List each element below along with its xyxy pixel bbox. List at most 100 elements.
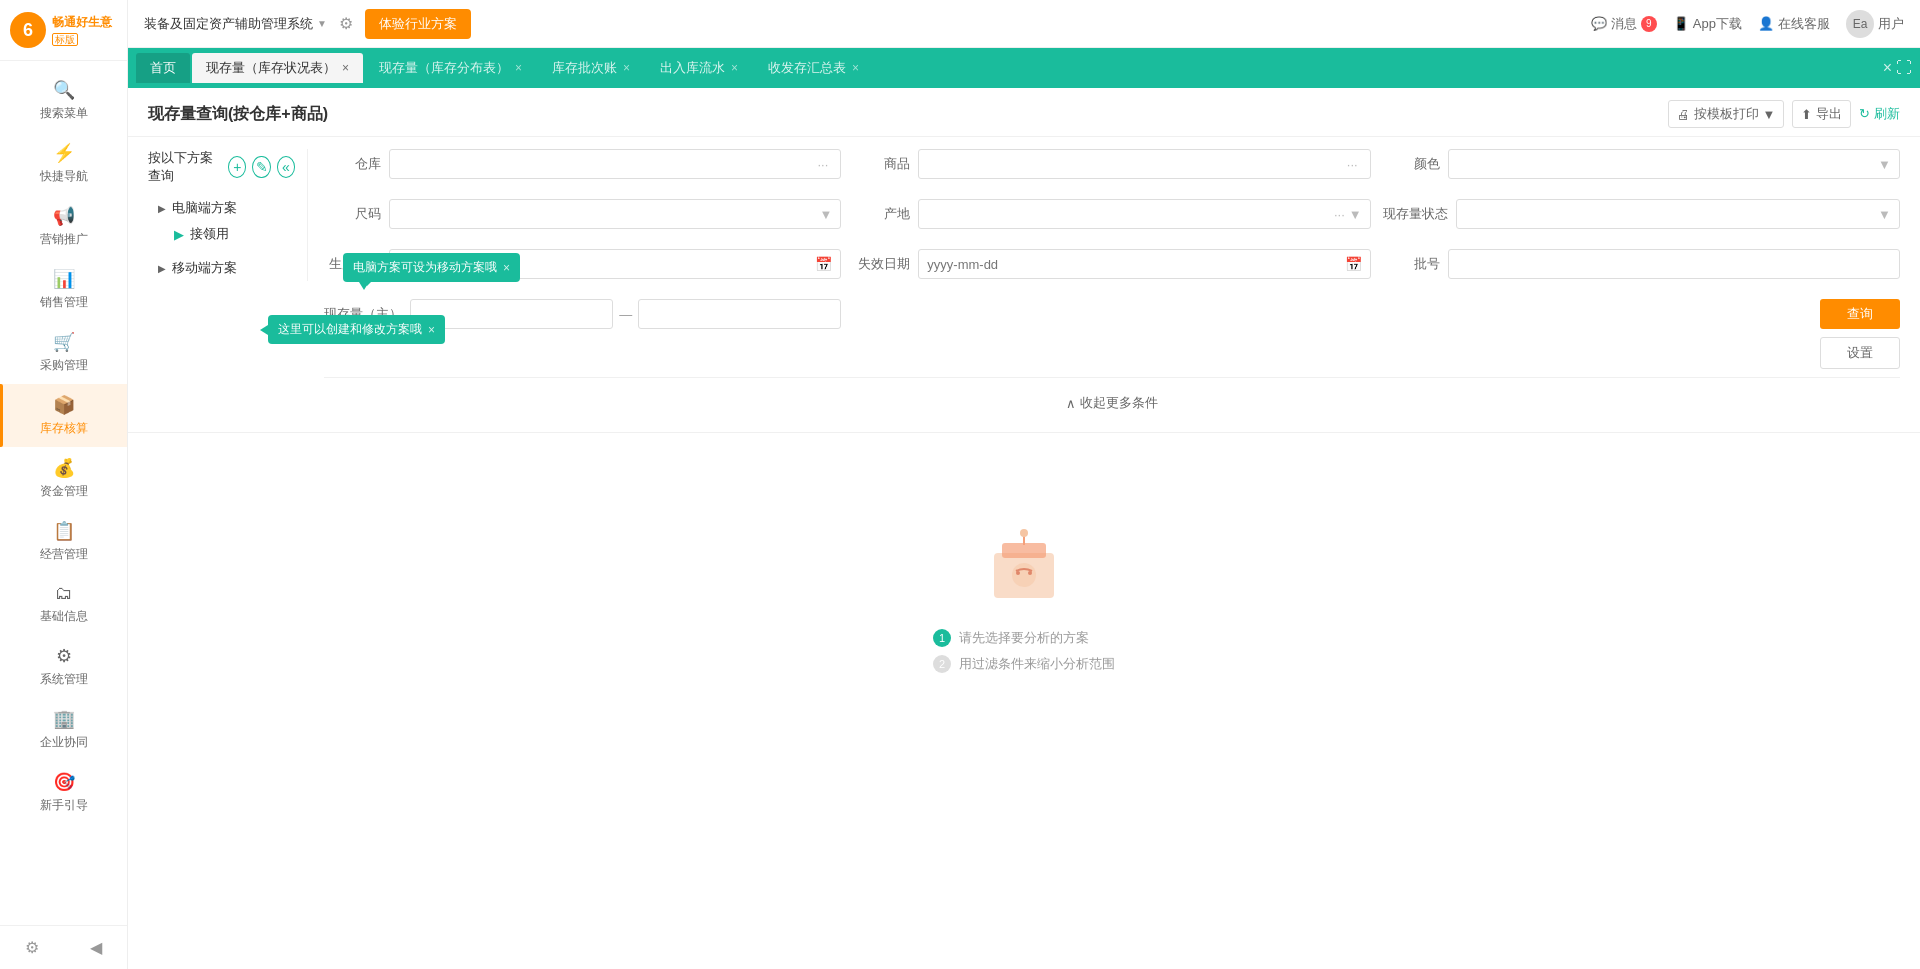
message-action[interactable]: 💬 消息 9: [1591, 15, 1657, 33]
system-dropdown-arrow: ▼: [317, 18, 327, 29]
message-icon: 💬: [1591, 16, 1607, 31]
sidebar-item-enterprise[interactable]: 🏢 企业协同: [0, 698, 127, 761]
svg-point-4: [1028, 571, 1032, 575]
export-button[interactable]: ⬆ 导出: [1792, 100, 1851, 128]
sidebar-item-system[interactable]: ⚙ 系统管理: [0, 635, 127, 698]
sidebar-item-operations[interactable]: 📋 经营管理: [0, 510, 127, 573]
color-arrow-icon[interactable]: ▼: [1878, 157, 1891, 172]
tab-inout-flow[interactable]: 出入库流水 ×: [646, 53, 752, 83]
tab-home[interactable]: 首页: [136, 53, 190, 83]
sidebar-item-finance[interactable]: 💰 资金管理: [0, 447, 127, 510]
origin-arrow-icon[interactable]: ▼: [1349, 207, 1362, 222]
collapse-btn[interactable]: ∧ 收起更多条件: [324, 386, 1900, 420]
warehouse-dots-icon[interactable]: ···: [817, 157, 828, 172]
operations-icon: 📋: [53, 520, 75, 542]
tabs-bar: 首页 现存量（库存状况表） × 现存量（库存分布表） × 库存批次账 × 出入库…: [128, 48, 1920, 88]
expiry-date-calendar-icon[interactable]: 📅: [1345, 256, 1362, 272]
batch-input[interactable]: [1457, 257, 1891, 272]
sidebar-settings-btn[interactable]: ⚙: [25, 938, 39, 957]
sidebar-item-marketing[interactable]: 📢 营销推广: [0, 195, 127, 258]
add-tooltip-close[interactable]: ×: [503, 261, 510, 275]
warehouse-input[interactable]: [398, 157, 817, 172]
desktop-sub-item-1[interactable]: ▶ 接领用: [174, 221, 295, 247]
empty-steps: 1 请先选择要分析的方案 2 用过滤条件来缩小分析范围: [933, 629, 1115, 673]
stock-status-select[interactable]: ▼: [1456, 199, 1900, 229]
basic-info-icon: 🗂: [55, 583, 73, 604]
add-scheme-btn[interactable]: +: [228, 156, 246, 178]
batch-input-wrapper[interactable]: [1448, 249, 1900, 279]
mobile-scheme-arrow[interactable]: ▶: [158, 263, 166, 274]
header-settings-icon[interactable]: ⚙: [339, 14, 353, 33]
origin-dots-icon[interactable]: ···: [1334, 207, 1345, 222]
reset-button[interactable]: 设置: [1820, 337, 1900, 369]
sidebar-collapse-btn[interactable]: ◀: [90, 938, 102, 957]
tooltip2-arrow: [260, 325, 268, 335]
export-icon: ⬆: [1801, 107, 1812, 122]
refresh-button[interactable]: ↻ 刷新: [1859, 105, 1900, 123]
tab-close-inout-flow[interactable]: ×: [731, 61, 738, 75]
stock-status-arrow-icon[interactable]: ▼: [1878, 207, 1891, 222]
stock-main-to[interactable]: [638, 299, 841, 329]
goods-select[interactable]: ···: [918, 149, 1370, 179]
svg-rect-1: [1002, 543, 1046, 558]
mobile-scheme-item: ▶ 移动端方案: [158, 255, 295, 281]
color-select[interactable]: ▼: [1448, 149, 1900, 179]
production-date-calendar-icon[interactable]: 📅: [815, 256, 832, 272]
search-reset-area: 查询 设置: [1383, 299, 1900, 369]
size-arrow-icon[interactable]: ▼: [819, 207, 832, 222]
stock-main-to-input[interactable]: [647, 307, 832, 322]
color-input[interactable]: [1457, 157, 1878, 172]
origin-select[interactable]: ··· ▼: [918, 199, 1370, 229]
goods-dots-icon[interactable]: ···: [1347, 157, 1358, 172]
expiry-date-select[interactable]: 📅: [918, 249, 1370, 279]
user-action[interactable]: Ea 用户: [1846, 10, 1904, 38]
sidebar-item-inventory[interactable]: 📦 库存核算: [0, 384, 127, 447]
desktop-scheme-name[interactable]: 电脑端方案: [172, 199, 237, 217]
tab-collect-summary[interactable]: 收发存汇总表 ×: [754, 53, 873, 83]
mobile-scheme-name[interactable]: 移动端方案: [172, 259, 237, 277]
tab-close-collect-summary[interactable]: ×: [852, 61, 859, 75]
size-select[interactable]: ▼: [389, 199, 841, 229]
print-button[interactable]: 🖨 按模板打印 ▼: [1668, 100, 1785, 128]
tab-inventory-dist[interactable]: 现存量（库存分布表） ×: [365, 53, 536, 83]
tab-close-all-btn[interactable]: ×: [1883, 59, 1892, 77]
sidebar-item-sales[interactable]: 📊 销售管理: [0, 258, 127, 321]
search-button[interactable]: 查询: [1820, 299, 1900, 329]
tab-close-batch-ledger[interactable]: ×: [623, 61, 630, 75]
logo-text: 畅通好生意 标版: [52, 14, 112, 47]
page-header: 现存量查询(按仓库+商品) 🖨 按模板打印 ▼ ⬆ 导出 ↻ 刷新: [128, 88, 1920, 137]
tab-batch-ledger[interactable]: 库存批次账 ×: [538, 53, 644, 83]
expiry-date-input[interactable]: [927, 257, 1344, 272]
sidebar-bottom: ⚙ ◀: [0, 925, 127, 969]
filter-label: 按以下方案查询 + ✎ «: [148, 149, 295, 185]
sidebar: 6 畅通好生意 标版 🔍 搜索菜单 ⚡ 快捷导航 📢 营销推广 📊 销售管理 🛒…: [0, 0, 128, 969]
enterprise-icon: 🏢: [53, 708, 75, 730]
filter-area: 电脑方案可设为移动方案哦 × 这里可以创建和修改方案哦 ×: [128, 137, 1920, 432]
tab-maximize-btn[interactable]: ⛶: [1896, 59, 1912, 77]
sidebar-item-purchase[interactable]: 🛒 采购管理: [0, 321, 127, 384]
stock-main-control: —: [410, 299, 841, 329]
avatar: Ea: [1846, 10, 1874, 38]
online-service-action[interactable]: 👤 在线客服: [1758, 15, 1830, 33]
sidebar-item-basic-info[interactable]: 🗂 基础信息: [0, 573, 127, 635]
tab-inventory-status[interactable]: 现存量（库存状况表） ×: [192, 53, 363, 83]
sidebar-item-search-menu[interactable]: 🔍 搜索菜单: [0, 69, 127, 132]
trial-button[interactable]: 体验行业方案: [365, 9, 471, 39]
back-btn[interactable]: «: [277, 156, 295, 178]
desktop-scheme-arrow[interactable]: ▶: [158, 203, 166, 214]
sidebar-item-quick-nav[interactable]: ⚡ 快捷导航: [0, 132, 127, 195]
origin-input[interactable]: [927, 207, 1334, 222]
edit-scheme-btn[interactable]: ✎: [252, 156, 270, 178]
stock-status-input[interactable]: [1465, 207, 1878, 222]
system-selector[interactable]: 装备及固定资产辅助管理系统 ▼: [144, 15, 327, 33]
app-download-action[interactable]: 📱 App下载: [1673, 15, 1742, 33]
desktop-scheme-children: ▶ 接领用: [174, 221, 295, 247]
size-input[interactable]: [398, 207, 819, 222]
tab-close-inventory-dist[interactable]: ×: [515, 61, 522, 75]
tab-close-inventory-status[interactable]: ×: [342, 61, 349, 75]
goods-input[interactable]: [927, 157, 1346, 172]
edit-tooltip-close[interactable]: ×: [428, 323, 435, 337]
sidebar-item-guide[interactable]: 🎯 新手引导: [0, 761, 127, 824]
warehouse-select[interactable]: ···: [389, 149, 841, 179]
stock-main-from-input[interactable]: [419, 307, 604, 322]
